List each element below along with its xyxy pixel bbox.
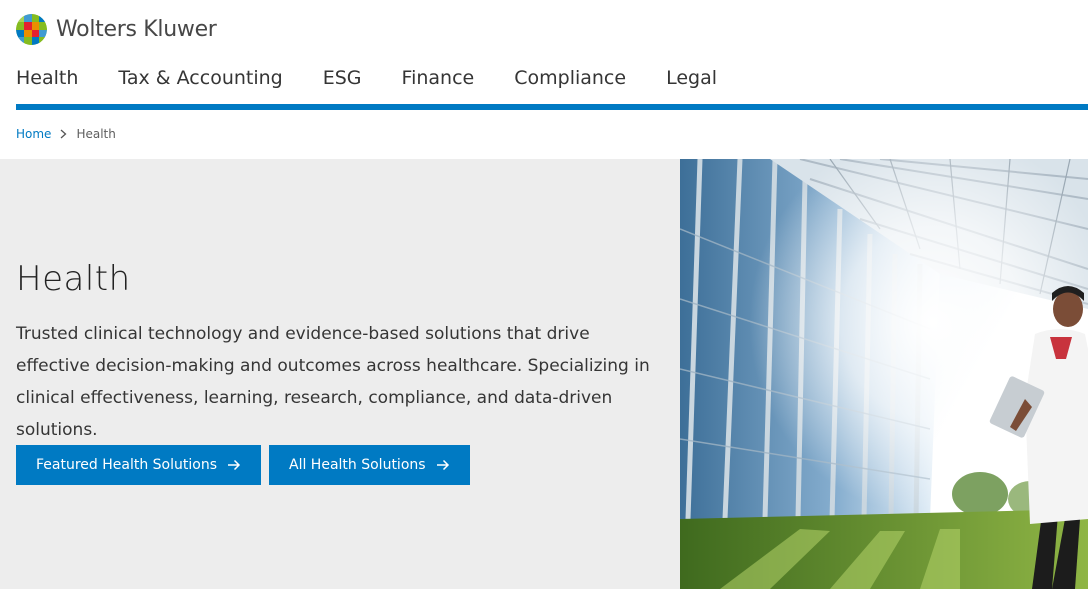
hero-section: Health Trusted clinical technology and e… bbox=[0, 159, 1088, 589]
brand-name: Wolters Kluwer bbox=[56, 16, 217, 42]
all-health-solutions-button[interactable]: All Health Solutions bbox=[269, 445, 470, 485]
arrow-right-icon bbox=[227, 459, 241, 471]
nav-item-legal[interactable]: Legal bbox=[666, 64, 717, 94]
hero-buttons: Featured Health Solutions All Health Sol… bbox=[16, 445, 478, 485]
button-label: Featured Health Solutions bbox=[36, 457, 217, 473]
page-title: Health bbox=[16, 259, 131, 299]
site-header: Wolters Kluwer Health Tax & Accounting E… bbox=[0, 0, 1088, 110]
nav-item-health[interactable]: Health bbox=[16, 64, 78, 94]
nav-item-esg[interactable]: ESG bbox=[323, 64, 362, 94]
nav-item-tax-accounting[interactable]: Tax & Accounting bbox=[118, 64, 282, 94]
hero-text: Health Trusted clinical technology and e… bbox=[16, 259, 666, 446]
nav-item-finance[interactable]: Finance bbox=[402, 64, 475, 94]
main-nav: Health Tax & Accounting ESG Finance Comp… bbox=[16, 64, 757, 94]
breadcrumb-home-link[interactable]: Home bbox=[16, 127, 51, 141]
logo-mark-icon bbox=[16, 13, 47, 45]
breadcrumb: Home Health bbox=[16, 127, 116, 141]
arrow-right-icon bbox=[436, 459, 450, 471]
hero-description: Trusted clinical technology and evidence… bbox=[16, 324, 650, 440]
nav-accent-bar bbox=[16, 104, 1088, 110]
wolters-kluwer-logo[interactable]: Wolters Kluwer bbox=[16, 13, 217, 45]
chevron-right-icon bbox=[60, 129, 67, 139]
breadcrumb-current: Health bbox=[76, 127, 116, 141]
nav-item-compliance[interactable]: Compliance bbox=[514, 64, 626, 94]
featured-health-solutions-button[interactable]: Featured Health Solutions bbox=[16, 445, 261, 485]
button-label: All Health Solutions bbox=[289, 457, 426, 473]
hero-image bbox=[680, 159, 1088, 589]
